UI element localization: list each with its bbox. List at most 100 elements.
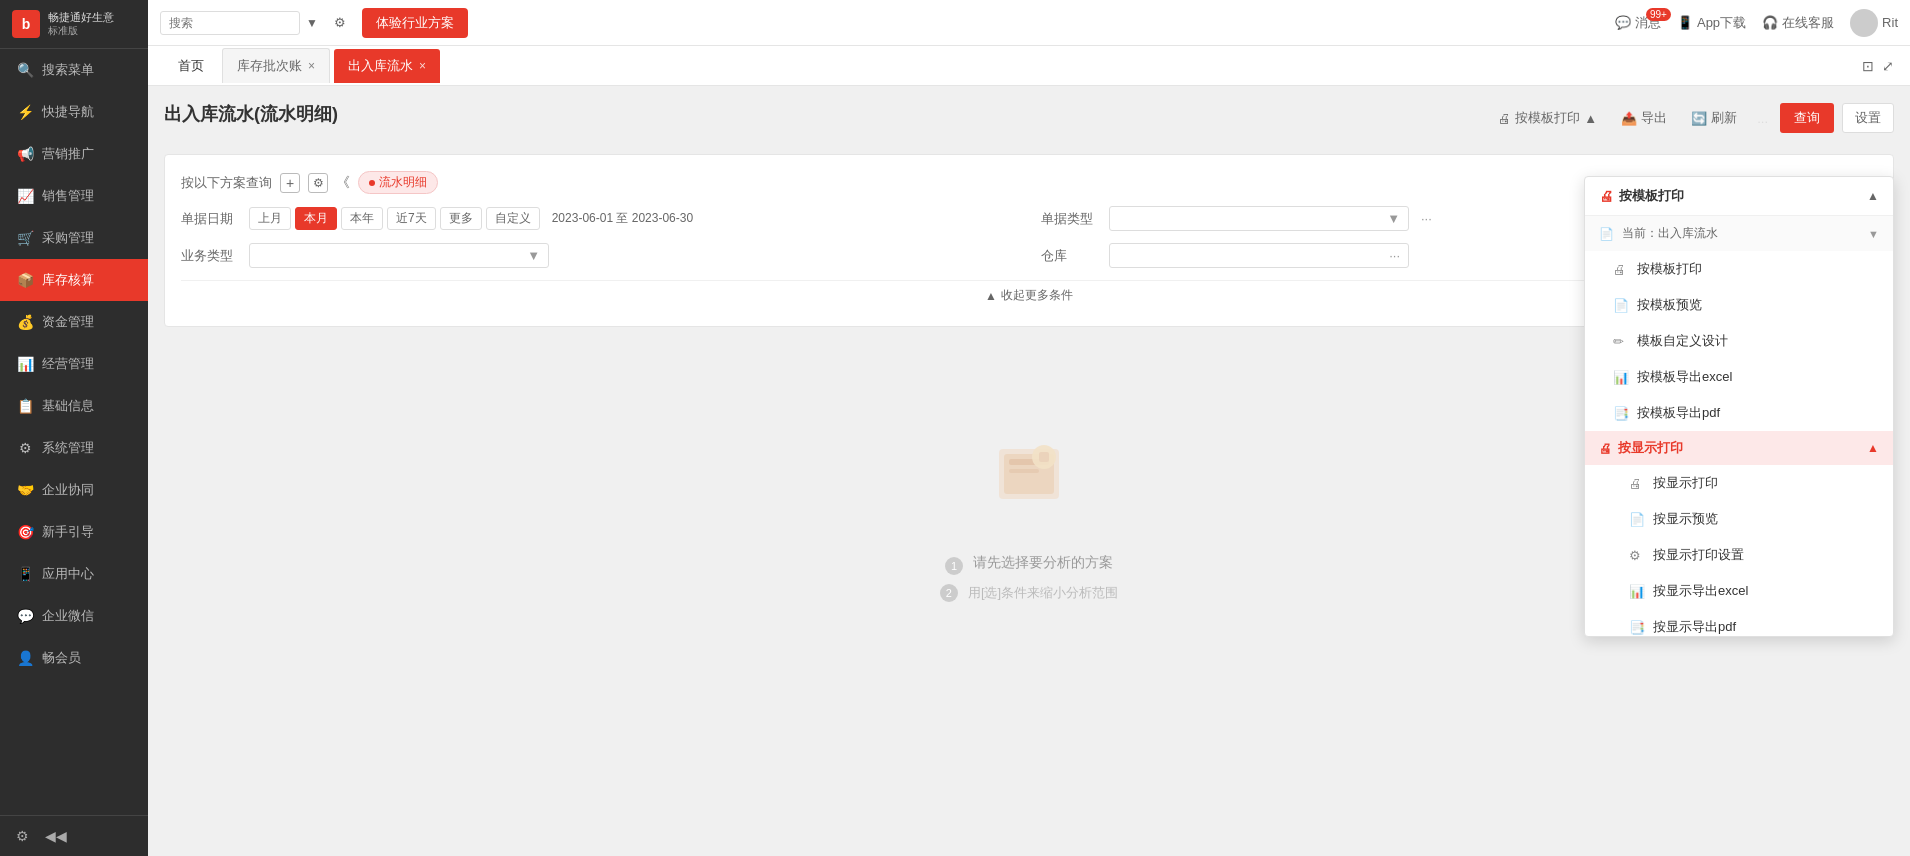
dp-template-custom[interactable]: ✏ 模板自定义设计 (1585, 323, 1893, 359)
tab-home[interactable]: 首页 (164, 49, 218, 83)
refresh-icon: 🔄 (1691, 111, 1707, 126)
sidebar-item-wechat[interactable]: 💬 企业微信 (0, 595, 148, 637)
biz-type-select[interactable]: ▼ (249, 243, 549, 268)
expand-window-icon[interactable]: ⤢ (1882, 58, 1894, 74)
customer-service-button[interactable]: 🎧 在线客服 (1762, 14, 1834, 32)
date-btn-more[interactable]: 更多 (440, 207, 482, 230)
dp-title-icon: 🖨 (1599, 188, 1613, 204)
chip-dot (369, 180, 375, 186)
topbar-settings-icon[interactable]: ⚙ (326, 9, 354, 37)
dp-display-section-text: 按显示打印 (1618, 439, 1683, 457)
dp-display-print[interactable]: 🖨 按显示打印 (1585, 465, 1893, 501)
dp-current-arrow: ▼ (1868, 228, 1879, 240)
tab-inout-flow[interactable]: 出入库流水 × (334, 49, 440, 83)
dp-current-template[interactable]: 📄 当前：出入库流水 ▼ (1585, 216, 1893, 251)
print-template-icon: 🖨 (1498, 111, 1511, 126)
print-dropdown-panel: 🖨 按模板打印 ▲ 📄 当前：出入库流水 ▼ 🖨 按模板打印 (1584, 176, 1894, 637)
user-profile-button[interactable]: Rit (1850, 9, 1898, 37)
empty-hint2: 用[选]条件来缩小分析范围 (968, 584, 1118, 602)
date-btn-7days[interactable]: 近7天 (387, 207, 436, 230)
sidebar-item-system[interactable]: ⚙ 系统管理 (0, 427, 148, 469)
dp-display-settings-label: 按显示打印设置 (1653, 546, 1879, 564)
doc-type-label: 单据类型 (1041, 210, 1101, 228)
sidebar-item-search[interactable]: 🔍 搜索菜单 (0, 49, 148, 91)
dp-header-arrow[interactable]: ▲ (1867, 189, 1879, 203)
sidebar-item-label: 库存核算 (42, 271, 94, 289)
sidebar-item-marketing[interactable]: 📢 营销推广 (0, 133, 148, 175)
dp-template-excel-label: 按模板导出excel (1637, 368, 1879, 386)
dp-template-preview[interactable]: 📄 按模板预览 (1585, 287, 1893, 323)
date-btn-this-year[interactable]: 本年 (341, 207, 383, 230)
marketing-icon: 📢 (16, 146, 34, 162)
tab-inout-flow-close[interactable]: × (419, 59, 426, 73)
dp-template-export-excel[interactable]: 📊 按模板导出excel (1585, 359, 1893, 395)
dp-title: 🖨 按模板打印 (1599, 187, 1684, 205)
export-label: 导出 (1641, 109, 1667, 127)
dp-display-pdf-label: 按显示导出pdf (1653, 618, 1879, 636)
dp-display-export-excel[interactable]: 📊 按显示导出excel (1585, 573, 1893, 609)
warehouse-more-icon[interactable]: ··· (1389, 248, 1400, 263)
sidebar-item-member[interactable]: 👤 畅会员 (0, 637, 148, 679)
dp-display-preview[interactable]: 📄 按显示预览 (1585, 501, 1893, 537)
filter-collapse-icon[interactable]: 《 (336, 174, 350, 192)
chip-label: 流水明细 (379, 174, 427, 191)
settings-button[interactable]: 设置 (1842, 103, 1894, 133)
dp-display-settings-icon: ⚙ (1629, 548, 1645, 563)
dp-template-custom-label: 模板自定义设计 (1637, 332, 1879, 350)
doc-type-select[interactable]: ▼ (1109, 206, 1409, 231)
query-button[interactable]: 查询 (1780, 103, 1834, 133)
user-name: Rit (1882, 15, 1898, 30)
date-btn-custom[interactable]: 自定义 (486, 207, 540, 230)
date-btn-this-month[interactable]: 本月 (295, 207, 337, 230)
dp-display-print-icon: 🖨 (1629, 476, 1645, 491)
filter-chip[interactable]: 流水明细 (358, 171, 438, 194)
print-template-button[interactable]: 🖨 按模板打印 ▲ (1490, 105, 1605, 131)
tab-batch-account[interactable]: 库存批次账 × (222, 48, 330, 83)
sidebar-item-quick-nav[interactable]: ⚡ 快捷导航 (0, 91, 148, 133)
dp-template-print-icon: 🖨 (1613, 262, 1629, 277)
sidebar-item-basic-info[interactable]: 📋 基础信息 (0, 385, 148, 427)
sidebar-item-finance[interactable]: 💰 资金管理 (0, 301, 148, 343)
industry-solution-button[interactable]: 体验行业方案 (362, 8, 468, 38)
sidebar-item-sales[interactable]: 📈 销售管理 (0, 175, 148, 217)
filter-add-button[interactable]: + (280, 173, 300, 193)
export-button[interactable]: 📤 导出 (1613, 105, 1675, 131)
dp-display-preview-label: 按显示预览 (1653, 510, 1879, 528)
app-download-icon: 📱 (1677, 15, 1693, 30)
collapse-sidebar-icon[interactable]: ◀◀ (45, 828, 67, 844)
sidebar-item-purchase[interactable]: 🛒 采购管理 (0, 217, 148, 259)
doc-type-more-icon[interactable]: ··· (1421, 211, 1432, 226)
app-center-icon: 📱 (16, 566, 34, 582)
warehouse-select[interactable]: ··· (1109, 243, 1409, 268)
sidebar-item-app-center[interactable]: 📱 应用中心 (0, 553, 148, 595)
sidebar-item-label: 基础信息 (42, 397, 94, 415)
filter-settings-button[interactable]: ⚙ (308, 173, 328, 193)
dp-template-export-pdf[interactable]: 📑 按模板导出pdf (1585, 395, 1893, 431)
dp-template-print[interactable]: 🖨 按模板打印 (1585, 251, 1893, 287)
dp-display-export-pdf[interactable]: 📑 按显示导出pdf (1585, 609, 1893, 636)
search-input[interactable] (160, 11, 300, 35)
refresh-button[interactable]: 🔄 刷新 (1683, 105, 1745, 131)
search-dropdown-icon[interactable]: ▼ (306, 16, 318, 30)
sidebar-item-collab[interactable]: 🤝 企业协同 (0, 469, 148, 511)
tab-home-label: 首页 (178, 57, 204, 75)
settings-bottom-icon[interactable]: ⚙ (16, 828, 29, 844)
message-button[interactable]: 💬 消息 99+ (1615, 14, 1661, 32)
date-btn-last-month[interactable]: 上月 (249, 207, 291, 230)
date-label: 单据日期 (181, 210, 241, 228)
dp-display-section-header[interactable]: 🖨 按显示打印 ▲ (1585, 431, 1893, 465)
tab-batch-account-close[interactable]: × (308, 59, 315, 73)
sidebar-item-guide[interactable]: 🎯 新手引导 (0, 511, 148, 553)
sidebar-item-inventory[interactable]: 📦 库存核算 (0, 259, 148, 301)
sidebar-item-operations[interactable]: 📊 经营管理 (0, 343, 148, 385)
sidebar-item-label: 快捷导航 (42, 103, 94, 121)
svg-rect-5 (1039, 452, 1049, 462)
restore-window-icon[interactable]: ⊡ (1862, 58, 1874, 74)
app-download-label: App下载 (1697, 14, 1746, 32)
tab-inout-flow-label: 出入库流水 (348, 57, 413, 75)
dp-display-section-icon: 🖨 (1599, 441, 1612, 456)
dp-display-print-settings[interactable]: ⚙ 按显示打印设置 (1585, 537, 1893, 573)
dp-header: 🖨 按模板打印 ▲ (1585, 177, 1893, 216)
company-name: 畅捷通好生意 (48, 10, 114, 24)
app-download-button[interactable]: 📱 App下载 (1677, 14, 1746, 32)
